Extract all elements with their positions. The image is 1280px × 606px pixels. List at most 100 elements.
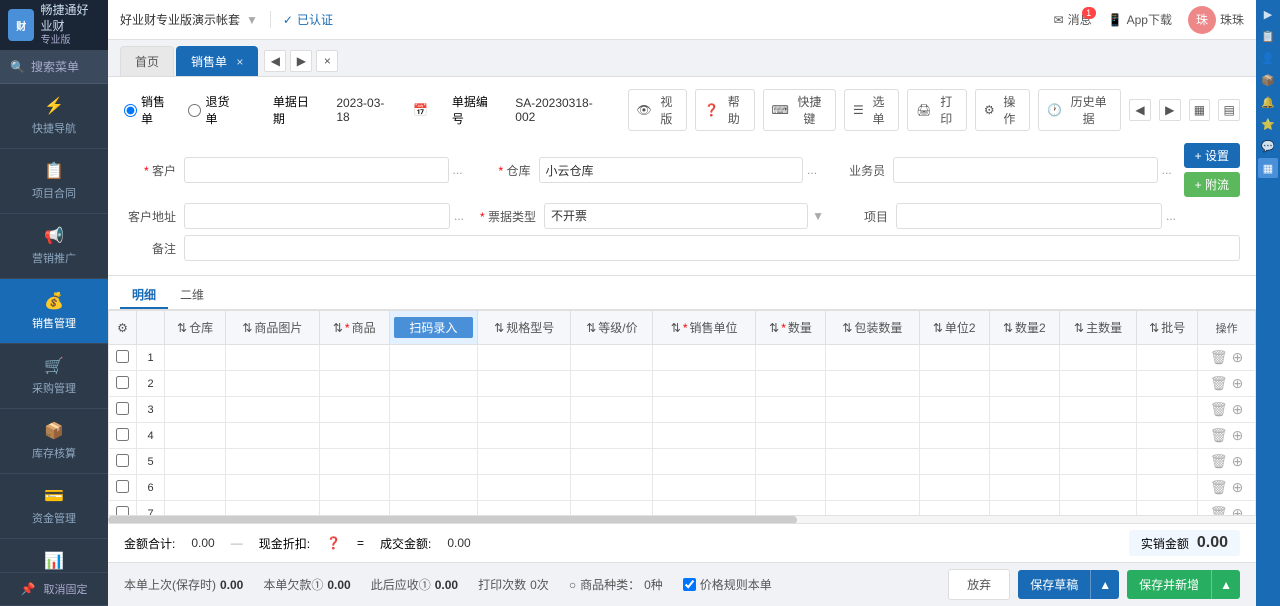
row-unit[interactable] [653,423,756,449]
right-panel-btn-6[interactable]: ⭐ [1258,114,1278,134]
copy-icon[interactable]: ⊕ [1232,375,1244,392]
tab-close-icon[interactable]: × [236,55,243,69]
row-unit[interactable] [653,449,756,475]
right-panel-btn-4[interactable]: 📦 [1258,70,1278,90]
sidebar-item-sales[interactable]: 💰 销售管理 [0,279,108,344]
row-pack-qty[interactable] [826,423,920,449]
row-main-qty[interactable] [1059,371,1136,397]
salesperson-dots-btn[interactable]: ... [1158,163,1176,177]
row-qty2[interactable] [989,449,1059,475]
row-main-qty[interactable] [1059,501,1136,516]
row-scan[interactable] [389,345,477,371]
form-nav-prev[interactable]: ◀ [1129,99,1151,121]
row-check[interactable] [109,397,137,423]
radio-sale-order[interactable]: 销售单 [124,93,176,127]
copy-icon[interactable]: ⊕ [1232,401,1244,418]
row-main-qty[interactable] [1059,475,1136,501]
set-btn[interactable]: + 设置 [1184,143,1240,168]
settings-icon[interactable]: ⚙ [117,321,128,335]
row-unit2[interactable] [919,475,989,501]
row-grade[interactable] [571,501,653,516]
row-product[interactable] [319,449,389,475]
th-unit[interactable]: ⇅*销售单位 [653,311,756,345]
operate-btn[interactable]: ⚙ 操作 [975,89,1030,131]
delete-icon[interactable]: 🗑 [1210,453,1228,470]
delete-icon[interactable]: 🗑 [1210,401,1228,418]
row-qty[interactable] [755,501,825,516]
row-product[interactable] [319,345,389,371]
row-spec[interactable] [477,397,571,423]
list-view-btn[interactable]: ▤ [1218,99,1240,121]
row-spec[interactable] [477,449,571,475]
tab-sales-order[interactable]: 销售单 × [176,46,258,76]
row-pack-qty[interactable] [826,475,920,501]
user-avatar[interactable]: 珠 珠珠 [1188,6,1244,34]
row-pack-qty[interactable] [826,397,920,423]
row-scan[interactable] [389,501,477,516]
copy-icon[interactable]: ⊕ [1232,349,1244,366]
right-panel-btn-8[interactable]: ▦ [1258,158,1278,178]
row-product[interactable] [319,501,389,516]
save-new-arrow-btn[interactable]: ▲ [1211,570,1240,599]
row-scan[interactable] [389,449,477,475]
row-warehouse[interactable] [165,345,226,371]
sidebar-item-marketing[interactable]: 📢 营销推广 [0,214,108,279]
save-draft-arrow-btn[interactable]: ▲ [1090,570,1119,599]
radio-return-order[interactable]: 退货单 [188,93,240,127]
row-check[interactable] [109,423,137,449]
project-dots-btn[interactable]: ... [1162,209,1180,223]
right-panel-btn-5[interactable]: 🔔 [1258,92,1278,112]
sidebar-item-quick-nav[interactable]: ⚡ 快捷导航 [0,84,108,149]
customer-dots-btn[interactable]: ... [449,163,467,177]
row-qty2[interactable] [989,371,1059,397]
history-btn[interactable]: 🕐 历史单据 [1038,89,1121,131]
row-scan[interactable] [389,423,477,449]
row-qty2[interactable] [989,501,1059,516]
row-qty[interactable] [755,475,825,501]
row-unit2[interactable] [919,345,989,371]
row-unit[interactable] [653,345,756,371]
row-image[interactable] [226,345,320,371]
row-scan[interactable] [389,475,477,501]
th-main-qty[interactable]: ⇅主数量 [1059,311,1136,345]
right-panel-btn-2[interactable]: 📋 [1258,26,1278,46]
th-batch[interactable]: ⇅批号 [1137,311,1198,345]
right-panel-btn-7[interactable]: 💬 [1258,136,1278,156]
row-qty2[interactable] [989,475,1059,501]
row-image[interactable] [226,371,320,397]
row-pack-qty[interactable] [826,371,920,397]
sidebar-item-finance[interactable]: 💳 资金管理 [0,474,108,539]
row-main-qty[interactable] [1059,423,1136,449]
view-btn[interactable]: 👁 视版 [628,89,688,131]
row-grade[interactable] [571,423,653,449]
th-qty2[interactable]: ⇅数量2 [989,311,1059,345]
row-spec[interactable] [477,501,571,516]
row-warehouse[interactable] [165,475,226,501]
abandon-btn[interactable]: 放弃 [948,569,1010,600]
form-nav-next[interactable]: ▶ [1159,99,1181,121]
row-grade[interactable] [571,371,653,397]
row-scan[interactable] [389,397,477,423]
row-product[interactable] [319,423,389,449]
row-scan[interactable] [389,371,477,397]
company-selector[interactable]: 好业财专业版演示帐套 ▼ [120,11,271,28]
salesperson-input[interactable] [893,157,1158,183]
price-rule-checkbox[interactable]: 价格规则本单 [683,576,772,593]
table-tab-detail[interactable]: 明细 [120,282,168,309]
row-pack-qty[interactable] [826,501,920,516]
th-spec[interactable]: ⇅规格型号 [477,311,571,345]
sidebar-item-inventory[interactable]: 📦 库存核算 [0,409,108,474]
sidebar-item-unpin[interactable]: 📌 取消固定 [0,573,108,606]
th-warehouse[interactable]: ⇅仓库 [165,311,226,345]
row-check[interactable] [109,449,137,475]
sidebar-item-project[interactable]: 📋 项目合同 [0,149,108,214]
print-btn[interactable]: 🖨 打印 [907,89,967,131]
row-warehouse[interactable] [165,449,226,475]
th-unit2[interactable]: ⇅单位2 [919,311,989,345]
save-draft-btn[interactable]: 保存草稿 [1018,570,1090,599]
row-check[interactable] [109,475,137,501]
row-unit[interactable] [653,397,756,423]
row-image[interactable] [226,475,320,501]
row-qty[interactable] [755,423,825,449]
row-image[interactable] [226,449,320,475]
